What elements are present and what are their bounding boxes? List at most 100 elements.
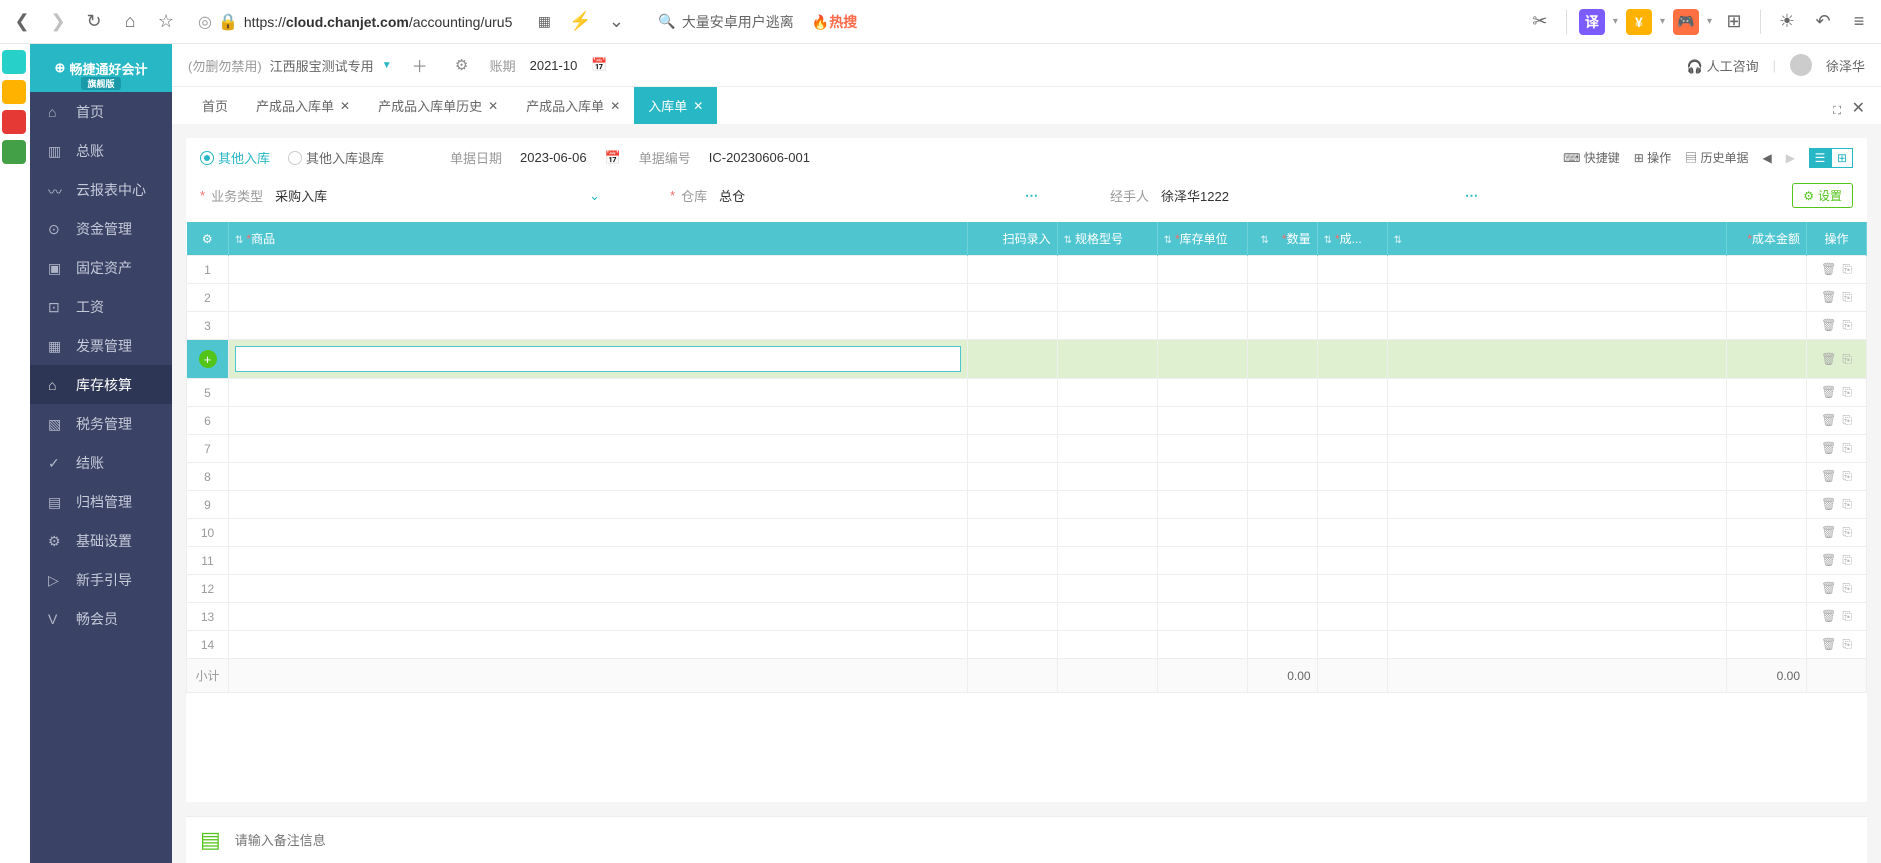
star-icon[interactable]: ☆ [152,8,180,36]
more-icon[interactable]: ⋯ [1465,188,1480,204]
chevron-down-icon[interactable]: ⌄ [602,8,630,36]
close-all-icon[interactable]: ✕ [1846,92,1871,124]
home-icon[interactable]: ⌂ [116,8,144,36]
delete-icon[interactable]: 🗑 [1821,581,1836,595]
avatar[interactable] [1790,54,1812,76]
delete-icon[interactable]: 🗑 [1821,525,1836,539]
tab-3[interactable]: 产成品入库单✕ [512,87,634,124]
game-icon[interactable]: 🎮 [1673,9,1699,35]
copy-icon[interactable]: ⎘ [1842,553,1852,567]
dock-4[interactable] [2,140,26,164]
delete-icon[interactable]: 🗑 [1821,637,1836,651]
ops-link[interactable]: ⊞ 操作 [1634,149,1671,166]
nav-item-13[interactable]: V畅会员 [30,599,172,638]
copy-icon[interactable]: ⎘ [1842,413,1852,427]
table-row[interactable]: 13🗑⎘ [187,603,1867,631]
delete-icon[interactable]: 🗑 [1821,318,1836,332]
delete-icon[interactable]: 🗑 [1821,441,1836,455]
bolt-icon[interactable]: ⚡ [566,8,594,36]
col-spec[interactable]: ⇅规格型号 [1057,222,1157,256]
org-selector[interactable]: (勿删勿禁用) 江西服宝测试专用 ▼ [188,56,392,75]
copy-icon[interactable]: ⎘ [1842,318,1852,332]
table-row[interactable]: 12🗑⎘ [187,575,1867,603]
reload-icon[interactable]: ↻ [80,8,108,36]
radio-other-return[interactable]: 其他入库退库 [288,148,384,167]
copy-icon[interactable]: ⎘ [1842,262,1852,276]
add-icon[interactable]: ＋ [406,51,434,79]
handler-value[interactable]: 徐泽华1222 [1161,186,1229,205]
close-icon[interactable]: ✕ [340,99,350,113]
tab-0[interactable]: 首页 [188,87,242,124]
copy-icon[interactable]: ⎘ [1842,469,1852,483]
more-icon[interactable]: ⋯ [1025,188,1040,204]
forward-icon[interactable]: ❯ [44,8,72,36]
copy-icon[interactable]: ⎘ [1842,609,1852,623]
copy-icon[interactable]: ⎘ [1842,352,1852,366]
copy-icon[interactable]: ⎘ [1842,525,1852,539]
copy-icon[interactable]: ⎘ [1842,581,1852,595]
undo-icon[interactable]: ↶ [1809,8,1837,36]
notes-input[interactable] [235,833,1853,848]
apps-icon[interactable]: ⊞ [1720,8,1748,36]
warehouse-value[interactable]: 总仓 [719,186,745,205]
nav-item-5[interactable]: ⊡工资 [30,287,172,326]
delete-icon[interactable]: 🗑 [1821,609,1836,623]
period-value[interactable]: 2021-10 [530,58,578,73]
table-row[interactable]: 3🗑⎘ [187,312,1867,340]
back-icon[interactable]: ❮ [8,8,36,36]
col-gear[interactable]: ⚙ [187,222,229,256]
copy-icon[interactable]: ⎘ [1842,385,1852,399]
table-row[interactable]: 6🗑⎘ [187,407,1867,435]
nav-item-1[interactable]: ▥总账 [30,131,172,170]
delete-icon[interactable]: 🗑 [1821,352,1836,366]
delete-icon[interactable]: 🗑 [1821,290,1836,304]
table-row[interactable]: 8🗑⎘ [187,463,1867,491]
delete-icon[interactable]: 🗑 [1821,385,1836,399]
product-input[interactable] [235,346,961,372]
logo[interactable]: ⊕畅捷通好会计 旗舰版 [30,44,172,92]
delete-icon[interactable]: 🗑 [1821,553,1836,567]
view-grid[interactable]: ⊞ [1831,148,1853,168]
shortcut-link[interactable]: ⌨ 快捷键 [1563,149,1620,166]
nav-item-8[interactable]: ▧税务管理 [30,404,172,443]
col-qty[interactable]: ⇅ *数量 [1247,222,1317,256]
support-link[interactable]: 🎧 人工咨询 [1687,56,1759,75]
dock-1[interactable] [2,50,26,74]
table-row[interactable]: 14🗑⎘ [187,631,1867,659]
table-row[interactable]: 10🗑⎘ [187,519,1867,547]
gear-icon[interactable]: ⚙ [448,51,476,79]
calendar-icon[interactable]: 📅 [605,150,621,166]
bill-date[interactable]: 2023-06-06 [520,150,587,165]
table-row[interactable]: 5🗑⎘ [187,379,1867,407]
col-product[interactable]: ⇅*商品 [229,222,968,256]
tab-4[interactable]: 入库单✕ [634,87,717,124]
sun-icon[interactable]: ☀ [1773,8,1801,36]
nav-item-6[interactable]: ▦发票管理 [30,326,172,365]
tab-1[interactable]: 产成品入库单✕ [242,87,364,124]
col-unit[interactable]: ⇅*库存单位 [1157,222,1247,256]
table-row[interactable]: 11🗑⎘ [187,547,1867,575]
table-row[interactable]: 2🗑⎘ [187,284,1867,312]
close-icon[interactable]: ✕ [693,99,703,113]
close-icon[interactable]: ✕ [610,99,620,113]
table-row[interactable]: 9🗑⎘ [187,491,1867,519]
nav-item-11[interactable]: ⚙基础设置 [30,521,172,560]
delete-icon[interactable]: 🗑 [1821,262,1836,276]
nav-item-12[interactable]: ▷新手引导 [30,560,172,599]
nav-item-7[interactable]: ⌂库存核算 [30,365,172,404]
table-row[interactable]: + 🗑 ⎘ [187,340,1867,379]
close-icon[interactable]: ✕ [488,99,498,113]
copy-icon[interactable]: ⎘ [1842,497,1852,511]
nav-item-9[interactable]: ✓结账 [30,443,172,482]
add-row-button[interactable]: + [199,350,217,368]
settings-button[interactable]: ⚙ 设置 [1792,183,1853,208]
biztype-value[interactable]: 采购入库 [275,186,327,205]
col-scan[interactable]: 扫码录入 [967,222,1057,256]
nav-item-0[interactable]: ⌂首页 [30,92,172,131]
menu-icon[interactable]: ≡ [1845,8,1873,36]
col-cost[interactable]: ⇅*成... [1317,222,1387,256]
translate-icon[interactable]: 译 [1579,9,1605,35]
delete-icon[interactable]: 🗑 [1821,413,1836,427]
calendar-icon[interactable]: 📅 [591,57,607,73]
delete-icon[interactable]: 🗑 [1821,469,1836,483]
